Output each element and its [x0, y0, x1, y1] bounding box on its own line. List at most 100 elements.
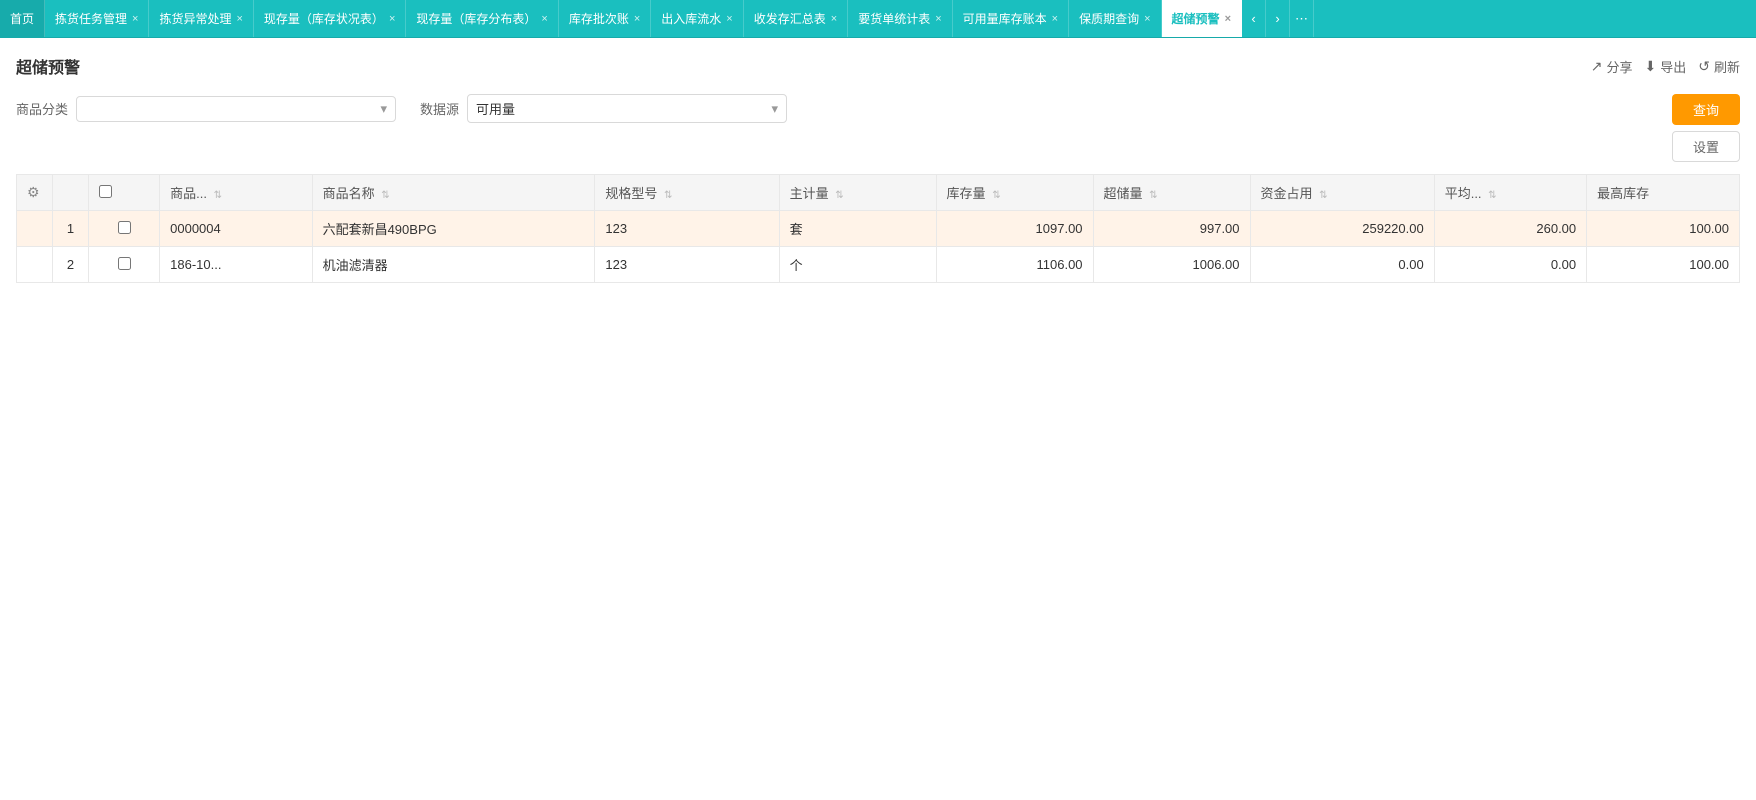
share-icon: ↗: [1591, 58, 1603, 75]
th-checkbox: [89, 175, 160, 211]
row-checkbox-1[interactable]: [118, 257, 131, 270]
row-product-code: 0000004: [160, 211, 312, 247]
filter-buttons: 查询 设置: [1672, 94, 1740, 162]
close-collect-tab[interactable]: ×: [831, 13, 837, 25]
sort-product-name-icon: ⇅: [381, 190, 389, 201]
th-settings[interactable]: ⚙: [17, 175, 53, 211]
row-product-name: 机油滤清器: [312, 247, 595, 283]
query-button[interactable]: 查询: [1672, 94, 1740, 125]
nav-tab-task[interactable]: 拣货任务管理 ×: [45, 0, 149, 38]
sort-stock-icon: ⇅: [992, 190, 1000, 201]
datasource-filter: 数据源 可用量 ▾: [420, 94, 787, 123]
table-row: 2 186-10... 机油滤清器 123 个 1106.00 1006.00 …: [17, 247, 1740, 283]
close-order-stat-tab[interactable]: ×: [935, 13, 941, 25]
th-max-stock[interactable]: 最高库存: [1587, 175, 1740, 211]
nav-tab-stock-status[interactable]: 现存量（库存状况表） ×: [254, 0, 406, 38]
top-navigation: 首页 拣货任务管理 × 拣货异常处理 × 现存量（库存状况表） × 现存量（库存…: [0, 0, 1756, 38]
sort-overstock-icon: ⇅: [1149, 190, 1157, 201]
export-button[interactable]: ⬇ 导出: [1645, 57, 1687, 76]
th-avg[interactable]: 平均... ⇅: [1434, 175, 1586, 211]
row-capital: 259220.00: [1250, 211, 1434, 247]
row-stock: 1097.00: [936, 211, 1093, 247]
page-content: 超储预警 ↗ 分享 ⬇ 导出 ↺ 刷新 商品分类: [0, 38, 1756, 800]
row-index: 1: [53, 211, 89, 247]
row-product-code: 186-10...: [160, 247, 312, 283]
row-checkbox-0[interactable]: [118, 221, 131, 234]
th-unit[interactable]: 主计量 ⇅: [779, 175, 936, 211]
th-product-name[interactable]: 商品名称 ⇅: [312, 175, 595, 211]
nav-tab-order-stat[interactable]: 要货单统计表 ×: [848, 0, 952, 38]
category-filter: 商品分类 ▾: [16, 96, 396, 122]
close-task-tab[interactable]: ×: [132, 13, 138, 25]
row-spec: 123: [595, 247, 779, 283]
close-usable-stock-tab[interactable]: ×: [1052, 13, 1058, 25]
row-overstock: 997.00: [1093, 211, 1250, 247]
row-product-name: 六配套新昌490BPG: [312, 211, 595, 247]
nav-next-arrow[interactable]: ›: [1266, 0, 1290, 38]
row-overstock: 1006.00: [1093, 247, 1250, 283]
nav-tab-collect[interactable]: 收发存汇总表 ×: [744, 0, 848, 38]
page-header: 超储预警 ↗ 分享 ⬇ 导出 ↺ 刷新: [16, 54, 1740, 78]
row-settings-cell: [17, 211, 53, 247]
row-spec: 123: [595, 211, 779, 247]
row-checkbox-cell[interactable]: [89, 247, 160, 283]
nav-tab-inout[interactable]: 出入库流水 ×: [651, 0, 743, 38]
nav-tab-abnormal[interactable]: 拣货异常处理 ×: [149, 0, 253, 38]
datasource-select-value: 可用量: [476, 99, 515, 118]
set-button[interactable]: 设置: [1672, 131, 1740, 162]
nav-tab-quality[interactable]: 保质期查询 ×: [1069, 0, 1161, 38]
sort-spec-icon: ⇅: [664, 190, 672, 201]
filter-row: 商品分类 ▾ 数据源 可用量 ▾: [16, 94, 1652, 123]
row-avg: 260.00: [1434, 211, 1586, 247]
th-spec[interactable]: 规格型号 ⇅: [595, 175, 779, 211]
nav-tab-batch[interactable]: 库存批次账 ×: [559, 0, 651, 38]
row-index: 2: [53, 247, 89, 283]
data-table: ⚙ 商品... ⇅ 商品名称 ⇅ 规格型号 ⇅: [16, 174, 1740, 283]
close-stock-dist-tab[interactable]: ×: [541, 13, 547, 25]
export-icon: ⬇: [1645, 58, 1657, 75]
sort-unit-icon: ⇅: [835, 190, 843, 201]
category-dropdown-icon: ▾: [380, 101, 387, 117]
sort-capital-icon: ⇅: [1319, 190, 1327, 201]
close-overstock-tab[interactable]: ×: [1225, 13, 1231, 25]
close-batch-tab[interactable]: ×: [634, 13, 640, 25]
select-all-checkbox[interactable]: [99, 185, 112, 198]
nav-prev-arrow[interactable]: ‹: [1242, 0, 1266, 38]
row-settings-cell: [17, 247, 53, 283]
row-max-stock: 100.00: [1587, 247, 1740, 283]
row-max-stock: 100.00: [1587, 211, 1740, 247]
row-unit: 个: [779, 247, 936, 283]
close-abnormal-tab[interactable]: ×: [236, 13, 242, 25]
sort-avg-icon: ⇅: [1488, 190, 1496, 201]
refresh-icon: ↺: [1698, 58, 1710, 75]
page-title: 超储预警: [16, 54, 80, 78]
nav-tab-stock-dist[interactable]: 现存量（库存分布表） ×: [406, 0, 558, 38]
row-capital: 0.00: [1250, 247, 1434, 283]
close-stock-status-tab[interactable]: ×: [389, 13, 395, 25]
th-stock[interactable]: 库存量 ⇅: [936, 175, 1093, 211]
th-index: [53, 175, 89, 211]
header-actions: ↗ 分享 ⬇ 导出 ↺ 刷新: [1591, 57, 1740, 76]
refresh-button[interactable]: ↺ 刷新: [1698, 57, 1740, 76]
datasource-select[interactable]: 可用量 ▾: [467, 94, 787, 123]
share-button[interactable]: ↗ 分享: [1591, 57, 1633, 76]
nav-more-arrow[interactable]: ⋯: [1290, 0, 1314, 38]
nav-tab-usable-stock[interactable]: 可用量库存账本 ×: [953, 0, 1069, 38]
nav-tab-home[interactable]: 首页: [0, 0, 45, 38]
row-checkbox-cell[interactable]: [89, 211, 160, 247]
table-row: 1 0000004 六配套新昌490BPG 123 套 1097.00 997.…: [17, 211, 1740, 247]
datasource-dropdown-icon: ▾: [772, 101, 779, 117]
row-unit: 套: [779, 211, 936, 247]
th-capital[interactable]: 资金占用 ⇅: [1250, 175, 1434, 211]
close-quality-tab[interactable]: ×: [1144, 13, 1150, 25]
nav-tab-overstock[interactable]: 超储预警 ×: [1162, 0, 1242, 38]
gear-icon[interactable]: ⚙: [27, 184, 40, 200]
row-avg: 0.00: [1434, 247, 1586, 283]
row-stock: 1106.00: [936, 247, 1093, 283]
th-overstock[interactable]: 超储量 ⇅: [1093, 175, 1250, 211]
close-inout-tab[interactable]: ×: [726, 13, 732, 25]
category-select[interactable]: ▾: [76, 96, 396, 122]
th-product-code[interactable]: 商品... ⇅: [160, 175, 312, 211]
table-header-row: ⚙ 商品... ⇅ 商品名称 ⇅ 规格型号 ⇅: [17, 175, 1740, 211]
sort-product-code-icon: ⇅: [214, 190, 222, 201]
